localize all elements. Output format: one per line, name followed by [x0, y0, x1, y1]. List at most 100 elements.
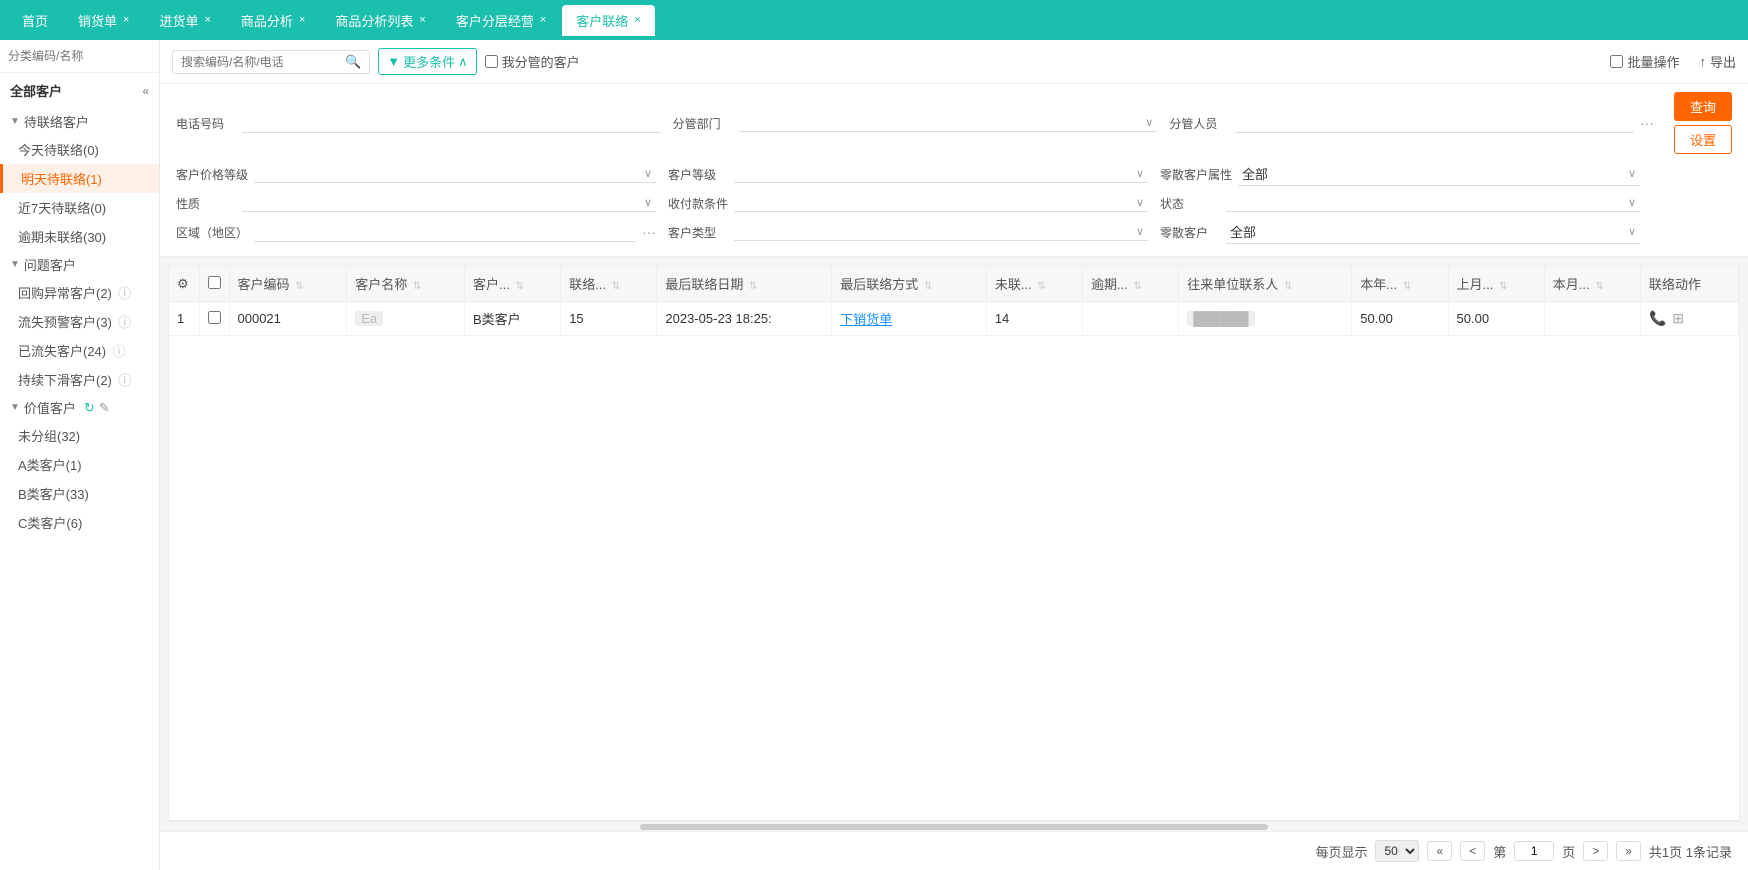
- sort-icon[interactable]: ⇅: [924, 281, 932, 292]
- nav-customer-segment[interactable]: 客户分层经营 ×: [442, 5, 560, 36]
- per-page-select[interactable]: 50: [1375, 840, 1419, 862]
- sidebar-item-churn-warning[interactable]: 流失预警客户(3) ⓘ: [0, 307, 159, 336]
- close-icon[interactable]: ×: [123, 14, 129, 26]
- batch-op-btn[interactable]: 批量操作: [1610, 52, 1679, 71]
- per-page-label: 每页显示: [1315, 842, 1367, 861]
- cell-seq: 1: [169, 302, 199, 336]
- sort-icon[interactable]: ⇅: [515, 281, 523, 292]
- table-row: 1 000021 Ea B类客户: [169, 302, 1739, 336]
- sidebar-item-overdue[interactable]: 逾期未联络(30): [0, 222, 159, 251]
- page-label: 第: [1493, 842, 1506, 861]
- sidebar-item-tomorrow[interactable]: 明天待联络(1): [0, 164, 159, 193]
- export-btn[interactable]: ↑ 导出: [1699, 52, 1736, 71]
- filter-customer-level-select[interactable]: ∨: [734, 165, 1148, 183]
- col-settings[interactable]: ⚙: [169, 266, 199, 302]
- sidebar-all-customers[interactable]: 全部客户 «: [0, 73, 159, 108]
- last-contact-link[interactable]: 下销货单: [840, 312, 892, 327]
- sort-icon[interactable]: ⇅: [749, 281, 757, 292]
- filter-retail-attr-select[interactable]: 全部 ∨: [1238, 162, 1640, 186]
- my-customers-checkbox[interactable]: [485, 55, 498, 68]
- grid-icon[interactable]: ⊞: [1672, 310, 1684, 327]
- col-last-contact-method: 最后联络方式 ⇅: [832, 266, 987, 302]
- select-all-checkbox[interactable]: [208, 276, 221, 289]
- nav-sales-order[interactable]: 销货单 ×: [64, 5, 143, 36]
- close-icon[interactable]: ×: [540, 14, 546, 26]
- col-last-contact-date: 最后联络日期 ⇅: [657, 266, 832, 302]
- page-input[interactable]: [1514, 841, 1554, 861]
- top-nav: 首页 销货单 × 进货单 × 商品分析 × 商品分析列表 × 客户分层经营 × …: [0, 0, 1748, 40]
- all-customers-label: 全部客户: [10, 81, 62, 100]
- cell-current-year: 50.00: [1352, 302, 1448, 336]
- sidebar-search-input[interactable]: [8, 49, 160, 63]
- search-input-wrap: 🔍: [172, 50, 370, 74]
- sort-icon[interactable]: ⇅: [1403, 281, 1411, 292]
- nav-product-analysis-list[interactable]: 商品分析列表 ×: [321, 5, 439, 36]
- sidebar-item-b-class[interactable]: B类客户(33): [0, 479, 159, 508]
- filter-customer-level: 客户等级 ∨: [668, 165, 1160, 183]
- filter-price-level-select[interactable]: ∨: [254, 165, 656, 183]
- sidebar: 🔍 全部客户 « 待联络客户 今天待联络(0) 明天待联络(1) 近7天待联络(…: [0, 40, 160, 870]
- filter-phone-input[interactable]: [242, 114, 661, 133]
- cell-unit-contact: ██████: [1179, 302, 1352, 336]
- close-icon[interactable]: ×: [634, 14, 640, 26]
- cell-checkbox[interactable]: [199, 302, 229, 336]
- info-icon: ⓘ: [112, 344, 125, 359]
- sidebar-item-7days[interactable]: 近7天待联络(0): [0, 193, 159, 222]
- filter-customer-type-select[interactable]: ∨: [734, 223, 1148, 241]
- filter-retail-customer-select[interactable]: 全部 ∨: [1226, 220, 1640, 244]
- phone-icon[interactable]: 📞: [1649, 310, 1666, 327]
- filter-region-more-icon[interactable]: ···: [642, 224, 656, 240]
- sort-icon[interactable]: ⇅: [1499, 281, 1507, 292]
- prev-page-btn[interactable]: <: [1460, 841, 1485, 861]
- horizontal-scrollbar[interactable]: [168, 821, 1740, 831]
- search-input[interactable]: [181, 55, 341, 69]
- batch-op-checkbox[interactable]: [1610, 55, 1623, 68]
- sidebar-item-a-class[interactable]: A类客户(1): [0, 450, 159, 479]
- sort-icon[interactable]: ⇅: [295, 281, 303, 292]
- nav-customer-contact[interactable]: 客户联络 ×: [562, 5, 654, 36]
- sort-icon[interactable]: ⇅: [1595, 281, 1603, 292]
- edit-icon[interactable]: ✎: [99, 400, 110, 416]
- first-page-btn[interactable]: «: [1427, 841, 1452, 861]
- query-button[interactable]: 查询: [1674, 92, 1732, 121]
- close-icon[interactable]: ×: [299, 14, 305, 26]
- sidebar-item-today[interactable]: 今天待联络(0): [0, 135, 159, 164]
- close-icon[interactable]: ×: [419, 14, 425, 26]
- col-customer-type: 客户... ⇅: [464, 266, 560, 302]
- filter-region-input[interactable]: [254, 223, 636, 242]
- sort-icon[interactable]: ⇅: [612, 281, 620, 292]
- sort-icon[interactable]: ⇅: [413, 281, 421, 292]
- nav-home[interactable]: 首页: [8, 5, 62, 36]
- filter-nature-select[interactable]: ∨: [242, 194, 656, 212]
- col-code: 客户编码 ⇅: [229, 266, 347, 302]
- refresh-icon[interactable]: ↻: [84, 400, 95, 416]
- sidebar-item-declining[interactable]: 持续下滑客户(2) ⓘ: [0, 365, 159, 394]
- sidebar-item-ungrouped[interactable]: 未分组(32): [0, 421, 159, 450]
- close-icon[interactable]: ×: [204, 14, 210, 26]
- filter-dept: 分管部门 ∨: [673, 114, 1170, 132]
- sidebar-item-abnormal[interactable]: 回购异常客户(2) ⓘ: [0, 278, 159, 307]
- filter-manager-input[interactable]: [1235, 114, 1634, 133]
- reset-button[interactable]: 设置: [1674, 125, 1732, 154]
- settings-icon[interactable]: ⚙: [177, 276, 189, 291]
- filter-payment-select[interactable]: ∨: [734, 194, 1148, 212]
- filter-manager-more-icon[interactable]: ···: [1640, 115, 1654, 131]
- nav-product-analysis[interactable]: 商品分析 ×: [227, 5, 319, 36]
- sort-icon[interactable]: ⇅: [1284, 281, 1292, 292]
- sidebar-item-c-class[interactable]: C类客户(6): [0, 508, 159, 537]
- next-page-btn[interactable]: >: [1583, 841, 1608, 861]
- chevron-down-icon: ∨: [644, 196, 652, 209]
- my-customers-checkbox-label[interactable]: 我分管的客户: [485, 52, 580, 71]
- search-icon[interactable]: 🔍: [345, 54, 361, 70]
- col-checkbox[interactable]: [199, 266, 229, 302]
- filter-status-select[interactable]: ∨: [1226, 194, 1640, 212]
- filter-dept-select[interactable]: ∨: [739, 114, 1158, 132]
- scroll-thumb: [640, 824, 1269, 830]
- sort-icon[interactable]: ⇅: [1134, 281, 1142, 292]
- nav-purchase-order[interactable]: 进货单 ×: [145, 5, 224, 36]
- sort-icon[interactable]: ⇅: [1037, 281, 1045, 292]
- sidebar-item-churned[interactable]: 已流失客户(24) ⓘ: [0, 336, 159, 365]
- row-checkbox[interactable]: [208, 311, 221, 324]
- last-page-btn[interactable]: »: [1616, 841, 1641, 861]
- more-conditions-btn[interactable]: ▼ 更多条件 ∧: [378, 48, 476, 75]
